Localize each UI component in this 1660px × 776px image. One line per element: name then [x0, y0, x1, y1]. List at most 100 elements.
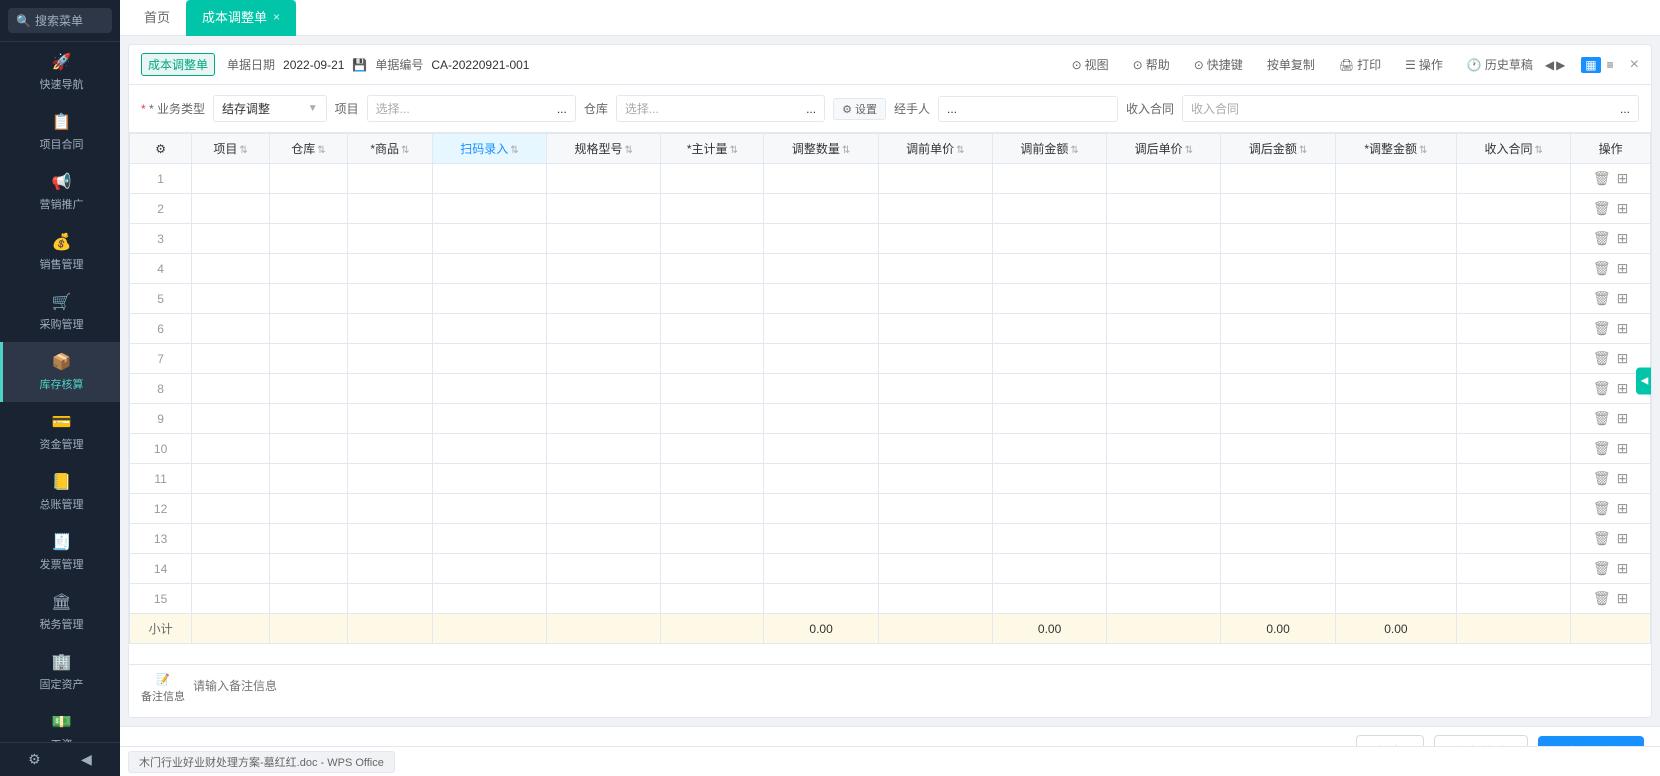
cell-6-post_amount[interactable] [1221, 314, 1335, 344]
cell-9-goods[interactable] [347, 404, 432, 434]
cell-1-post_amount[interactable] [1221, 164, 1335, 194]
cell-10-settings[interactable]: 10 [130, 434, 192, 464]
cell-12-spec[interactable] [547, 494, 661, 524]
cell-6-unit[interactable] [661, 314, 764, 344]
cell-4-adj_amount[interactable] [1335, 254, 1456, 284]
cell-15-income_contract[interactable] [1457, 584, 1571, 614]
search-box[interactable]: 🔍 搜索菜单 [8, 8, 112, 33]
cell-12-adj_amount[interactable] [1335, 494, 1456, 524]
cell-10-goods[interactable] [347, 434, 432, 464]
sidebar-item-invoice-mgmt[interactable]: 🧾发票管理 [0, 522, 120, 582]
cell-10-post_amount[interactable] [1221, 434, 1335, 464]
cell-5-settings[interactable]: 5 [130, 284, 192, 314]
cell-4-scan[interactable] [432, 254, 546, 284]
cell-8-settings[interactable]: 8 [130, 374, 192, 404]
cell-12-goods[interactable] [347, 494, 432, 524]
cell-6-adj_qty[interactable] [764, 314, 878, 344]
cell-2-warehouse[interactable] [270, 194, 348, 224]
cell-11-settings[interactable]: 11 [130, 464, 192, 494]
delete-icon-12[interactable]: 🗑 [1593, 500, 1611, 517]
cell-2-goods[interactable] [347, 194, 432, 224]
cell-7-post_amount[interactable] [1221, 344, 1335, 374]
right-edge-tab[interactable]: ◀ [1636, 368, 1652, 395]
cell-3-unit[interactable] [661, 224, 764, 254]
copy-icon-6[interactable]: ⊞ [1617, 320, 1629, 337]
cell-2-post_amount[interactable] [1221, 194, 1335, 224]
cell-14-adj_qty[interactable] [764, 554, 878, 584]
cell-15-post_price[interactable] [1107, 584, 1221, 614]
cell-6-project[interactable] [192, 314, 270, 344]
cell-3-warehouse[interactable] [270, 224, 348, 254]
cell-13-settings[interactable]: 13 [130, 524, 192, 554]
cell-9-adj_amount[interactable] [1335, 404, 1456, 434]
cell-15-settings[interactable]: 15 [130, 584, 192, 614]
cell-13-spec[interactable] [547, 524, 661, 554]
cell-15-unit[interactable] [661, 584, 764, 614]
warehouse-input[interactable]: 选择... ... [616, 95, 825, 122]
sidebar-item-project-contract[interactable]: 📋项目合同 [0, 102, 120, 162]
cell-12-pre_amount[interactable] [992, 494, 1106, 524]
cell-6-pre_price[interactable] [878, 314, 992, 344]
cell-6-adj_amount[interactable] [1335, 314, 1456, 344]
copy-icon-8[interactable]: ⊞ [1617, 380, 1629, 397]
cell-8-scan[interactable] [432, 374, 546, 404]
project-input[interactable]: 选择... ... [367, 95, 576, 122]
cell-1-income_contract[interactable] [1457, 164, 1571, 194]
cell-7-post_price[interactable] [1107, 344, 1221, 374]
cell-3-project[interactable] [192, 224, 270, 254]
sidebar-item-payroll[interactable]: 💵工资 [0, 702, 120, 742]
cell-4-goods[interactable] [347, 254, 432, 284]
cell-13-pre_price[interactable] [878, 524, 992, 554]
cell-3-post_amount[interactable] [1221, 224, 1335, 254]
cell-12-scan[interactable] [432, 494, 546, 524]
cell-8-unit[interactable] [661, 374, 764, 404]
remarks-input[interactable] [193, 673, 1639, 709]
cell-9-project[interactable] [192, 404, 270, 434]
cell-2-adj_qty[interactable] [764, 194, 878, 224]
cell-14-income_contract[interactable] [1457, 554, 1571, 584]
cell-1-adj_amount[interactable] [1335, 164, 1456, 194]
cell-9-income_contract[interactable] [1457, 404, 1571, 434]
cell-14-project[interactable] [192, 554, 270, 584]
cell-13-adj_amount[interactable] [1335, 524, 1456, 554]
cell-7-scan[interactable] [432, 344, 546, 374]
copy-icon-10[interactable]: ⊞ [1617, 440, 1629, 457]
cell-13-adj_qty[interactable] [764, 524, 878, 554]
cell-2-scan[interactable] [432, 194, 546, 224]
collapse-icon[interactable]: ◀ [81, 751, 92, 768]
cell-11-pre_price[interactable] [878, 464, 992, 494]
cell-2-pre_price[interactable] [878, 194, 992, 224]
delete-icon-9[interactable]: 🗑 [1593, 410, 1611, 427]
tab-close-cost-adjustment[interactable]: × [273, 10, 280, 24]
cell-15-project[interactable] [192, 584, 270, 614]
cell-6-scan[interactable] [432, 314, 546, 344]
delete-icon-7[interactable]: 🗑 [1593, 350, 1611, 367]
window-action-3[interactable]: 按单复制 [1267, 56, 1315, 73]
cell-12-post_price[interactable] [1107, 494, 1221, 524]
cell-7-unit[interactable] [661, 344, 764, 374]
cell-5-adj_amount[interactable] [1335, 284, 1456, 314]
cell-4-post_price[interactable] [1107, 254, 1221, 284]
cell-13-scan[interactable] [432, 524, 546, 554]
cell-7-pre_price[interactable] [878, 344, 992, 374]
cell-10-post_price[interactable] [1107, 434, 1221, 464]
cell-14-unit[interactable] [661, 554, 764, 584]
cell-13-pre_amount[interactable] [992, 524, 1106, 554]
cell-3-post_price[interactable] [1107, 224, 1221, 254]
copy-icon-3[interactable]: ⊞ [1617, 230, 1629, 247]
copy-icon-2[interactable]: ⊞ [1617, 200, 1629, 217]
cell-5-scan[interactable] [432, 284, 546, 314]
cell-14-post_price[interactable] [1107, 554, 1221, 584]
cell-8-income_contract[interactable] [1457, 374, 1571, 404]
cell-12-income_contract[interactable] [1457, 494, 1571, 524]
cell-7-project[interactable] [192, 344, 270, 374]
cell-5-pre_amount[interactable] [992, 284, 1106, 314]
cell-13-project[interactable] [192, 524, 270, 554]
cell-15-pre_price[interactable] [878, 584, 992, 614]
cell-9-pre_price[interactable] [878, 404, 992, 434]
tab-cost-adjustment[interactable]: 成本调整单× [186, 0, 296, 36]
cell-14-post_amount[interactable] [1221, 554, 1335, 584]
cell-11-project[interactable] [192, 464, 270, 494]
delete-icon-4[interactable]: 🗑 [1593, 260, 1611, 277]
cell-10-pre_amount[interactable] [992, 434, 1106, 464]
